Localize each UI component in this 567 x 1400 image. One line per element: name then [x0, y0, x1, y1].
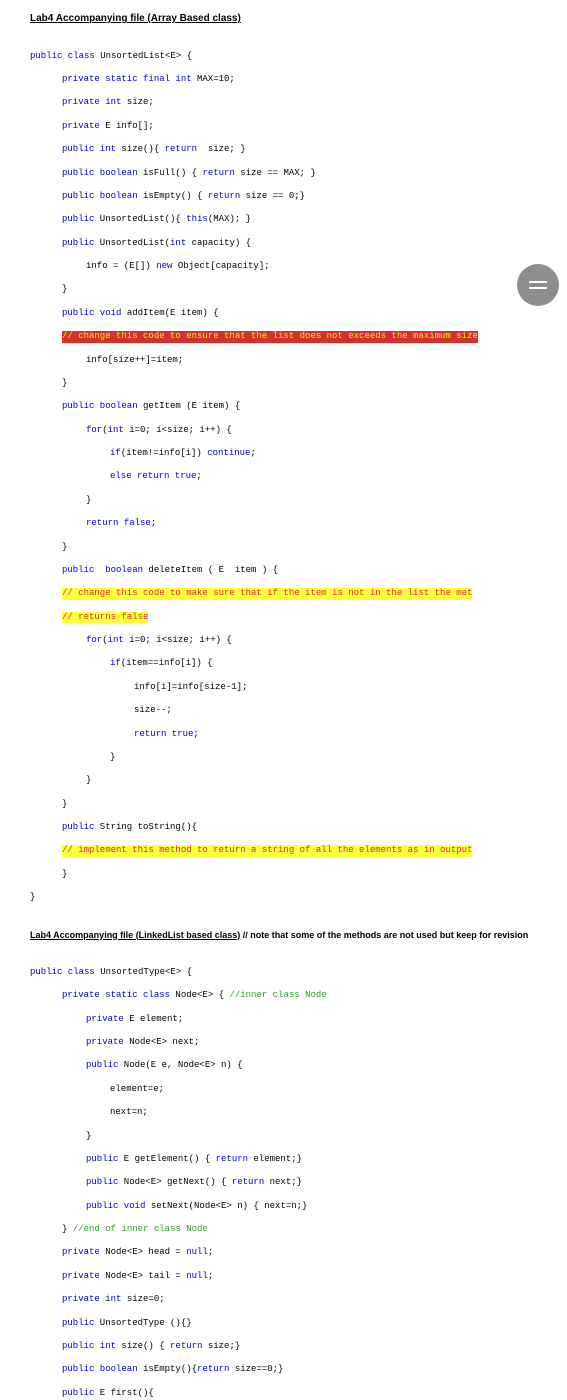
- section-header-1: Lab4 Accompanying file (Array Based clas…: [30, 12, 537, 25]
- code-block-1: public class UnsortedList<E> { private s…: [30, 39, 537, 916]
- highlight-comment-3: // returns false: [62, 612, 148, 624]
- highlight-comment-2: // change this code to make sure that if…: [62, 588, 472, 600]
- highlight-comment-4: // implement this method to return a str…: [62, 845, 472, 857]
- section-header-2: Lab4 Accompanying file (LinkedList based…: [30, 930, 537, 942]
- code-block-2: public class UnsortedType<E> { private s…: [30, 955, 537, 1400]
- kw: public class: [30, 51, 95, 61]
- hamburger-icon: [529, 281, 547, 283]
- menu-fab[interactable]: [517, 264, 559, 306]
- highlight-comment-1: // change this code to ensure that the l…: [62, 331, 478, 343]
